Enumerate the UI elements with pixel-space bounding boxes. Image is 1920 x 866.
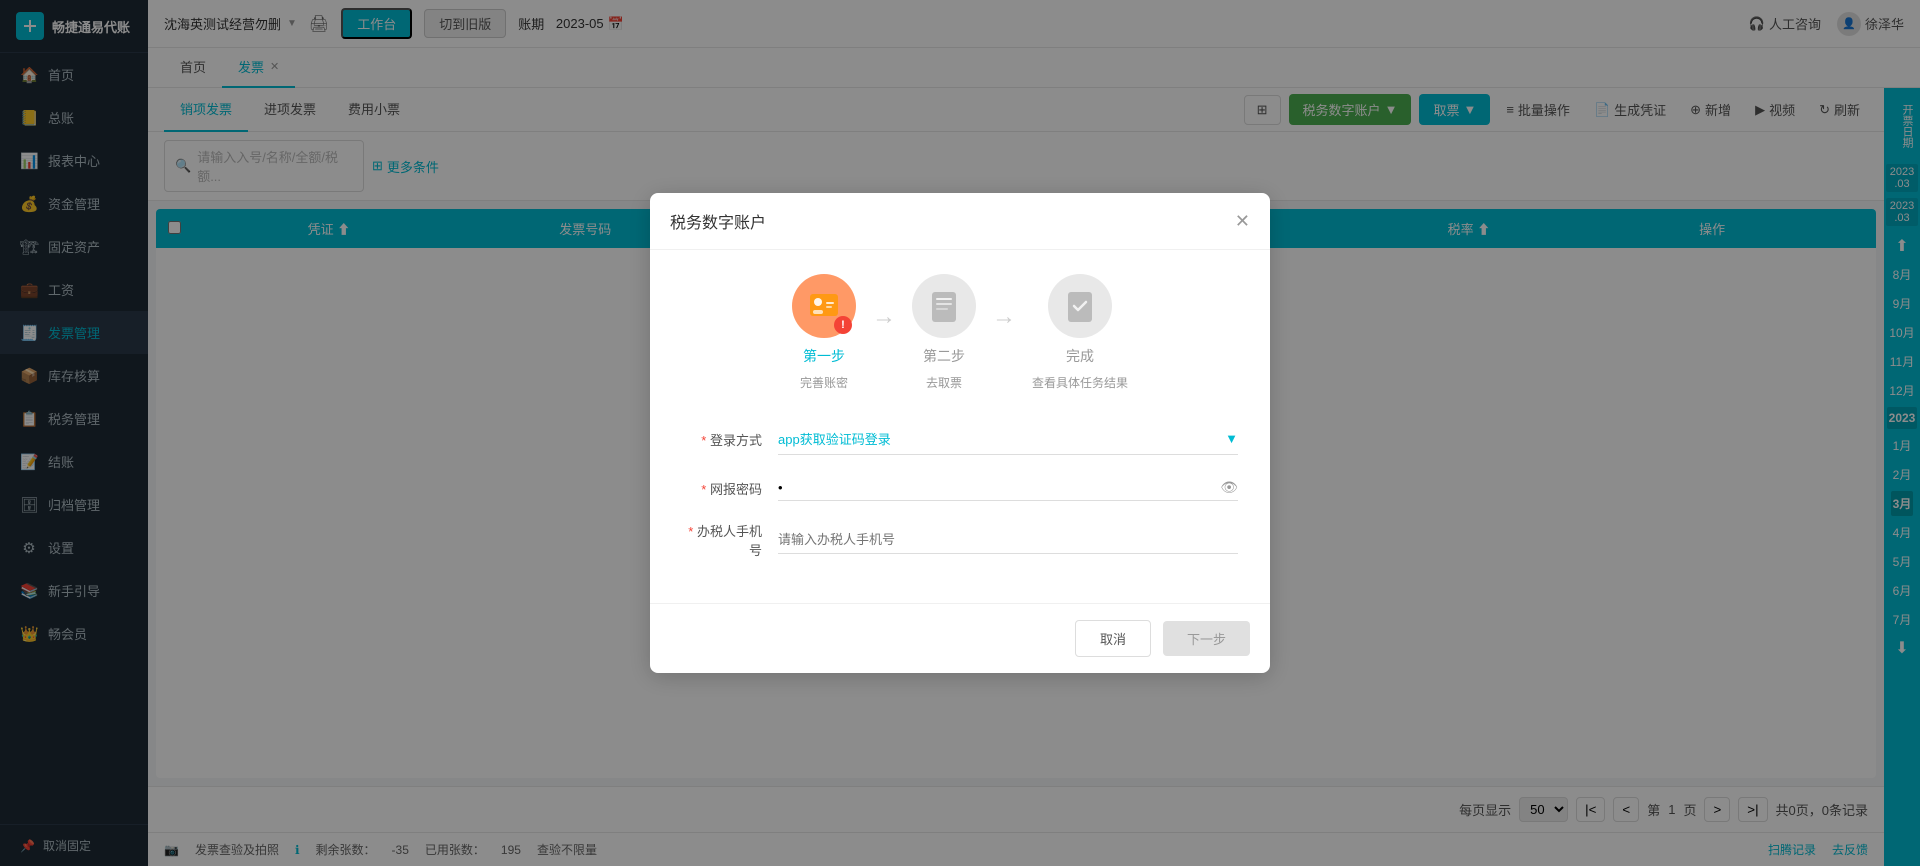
step-3: 完成 查看具体任务结果 xyxy=(1032,274,1128,391)
required-mark-1: * xyxy=(701,433,706,448)
modal-header: 税务数字账户 ✕ xyxy=(650,193,1270,250)
phone-input[interactable] xyxy=(778,526,1238,554)
step-arrow-1: → xyxy=(872,303,896,331)
modal-title: 税务数字账户 xyxy=(670,209,766,233)
modal-body: ! 第一步 完善账密 → xyxy=(650,250,1270,603)
step-1-badge: ! xyxy=(834,316,852,334)
step-3-label: 完成 xyxy=(1066,346,1094,366)
phone-label-wrap: * 办税人手机号 xyxy=(682,521,762,559)
password-input-wrap: 👁 xyxy=(778,475,1238,501)
password-label-wrap: * 网报密码 xyxy=(682,479,762,498)
phone-row: * 办税人手机号 xyxy=(682,521,1238,559)
step-1-icon-wrap: ! xyxy=(792,274,856,338)
step-1: ! 第一步 完善账密 xyxy=(792,274,856,391)
required-mark-3: * xyxy=(688,524,693,539)
modal-footer: 取消 下一步 xyxy=(650,603,1270,673)
login-method-label-wrap: * 登录方式 xyxy=(682,430,762,449)
step-3-desc: 查看具体任务结果 xyxy=(1032,374,1128,391)
steps-indicator: ! 第一步 完善账密 → xyxy=(682,274,1238,391)
password-label: 网报密码 xyxy=(710,482,762,497)
cancel-button[interactable]: 取消 xyxy=(1075,620,1151,657)
phone-label: 办税人手机号 xyxy=(697,524,762,558)
select-dropdown-icon: ▼ xyxy=(1225,431,1238,446)
step-1-label: 第一步 xyxy=(803,346,845,366)
step-arrow-2: → xyxy=(992,303,1016,331)
eye-icon[interactable]: 👁 xyxy=(1220,479,1238,496)
login-method-label: 登录方式 xyxy=(710,433,762,448)
password-input[interactable] xyxy=(778,480,1220,495)
modal-close-button[interactable]: ✕ xyxy=(1235,211,1250,232)
step-2: 第二步 去取票 xyxy=(912,274,976,391)
step-2-label: 第二步 xyxy=(923,346,965,366)
login-method-select[interactable]: app获取验证码登录 ▼ xyxy=(778,423,1238,455)
next-button[interactable]: 下一步 xyxy=(1163,621,1250,656)
password-row: * 网报密码 👁 xyxy=(682,475,1238,501)
required-mark-2: * xyxy=(701,482,706,497)
login-method-row: * 登录方式 app获取验证码登录 ▼ xyxy=(682,423,1238,455)
modal-overlay[interactable]: 税务数字账户 ✕ ! xyxy=(0,0,1920,866)
step-2-icon-wrap xyxy=(912,274,976,338)
step-3-icon-wrap xyxy=(1048,274,1112,338)
tax-digital-modal: 税务数字账户 ✕ ! xyxy=(650,193,1270,673)
login-method-value: app获取验证码登录 xyxy=(778,429,891,448)
step-1-desc: 完善账密 xyxy=(800,374,848,391)
step-2-desc: 去取票 xyxy=(926,374,962,391)
